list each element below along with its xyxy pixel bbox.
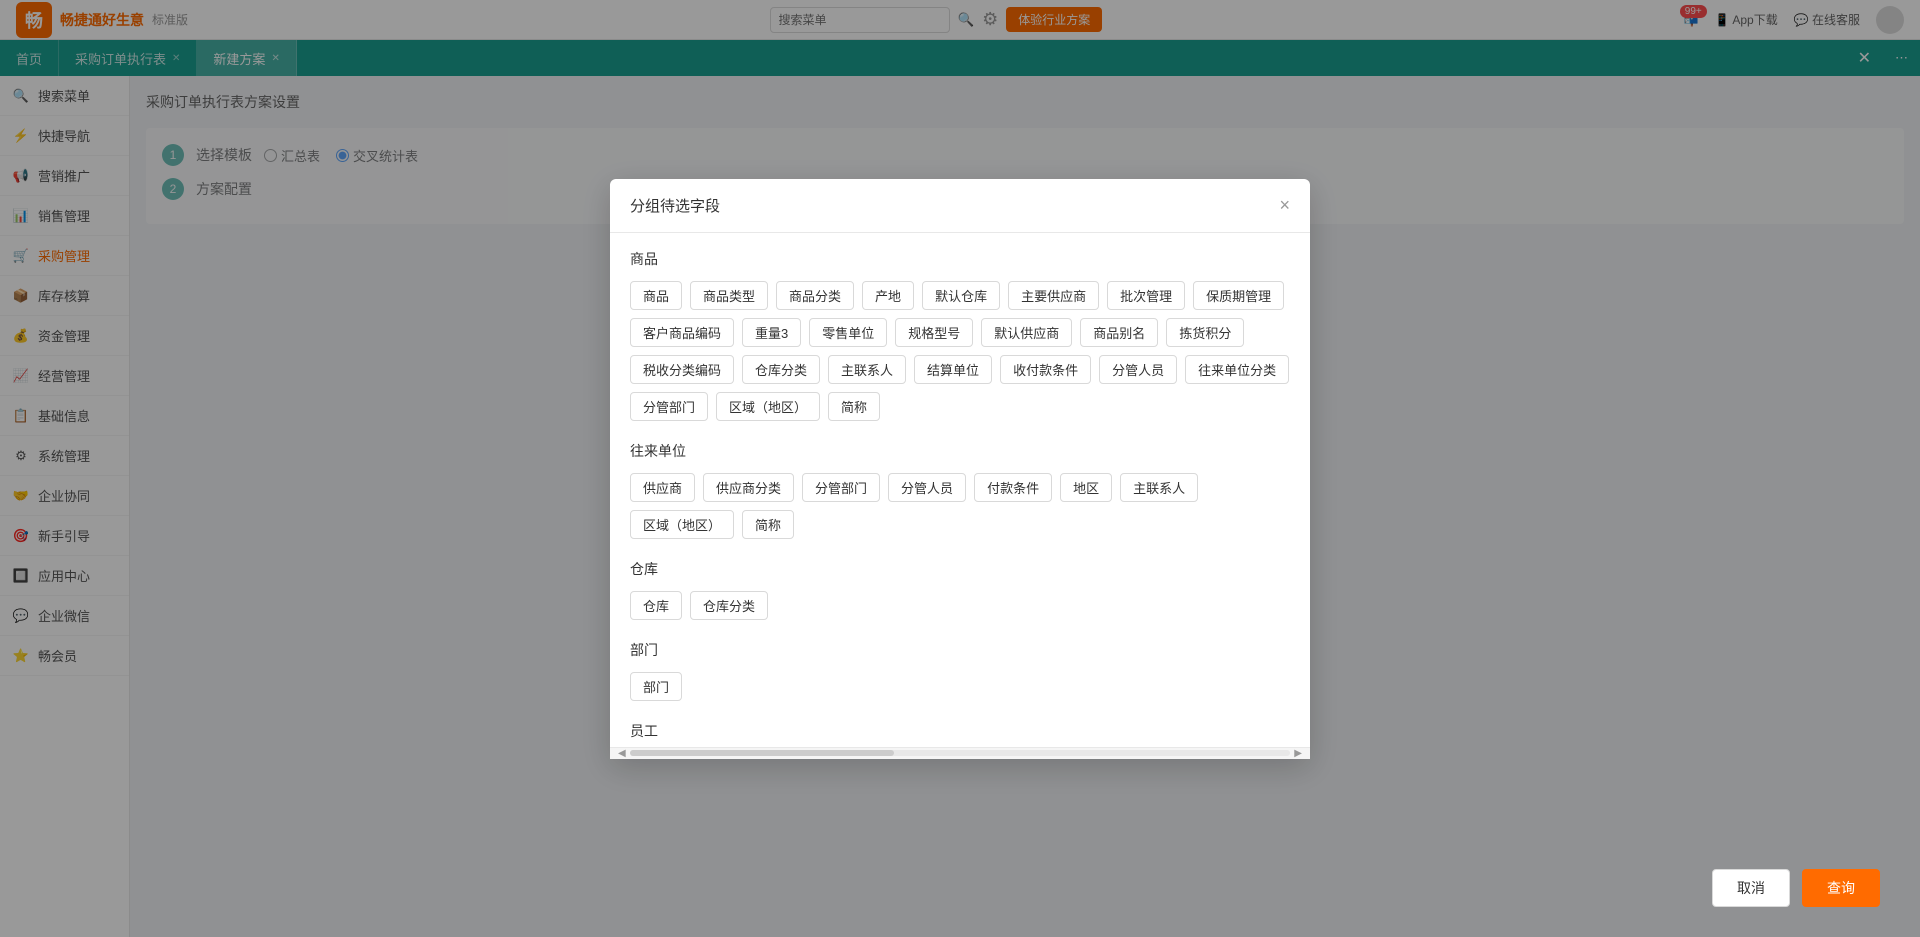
hscroll-track [630,750,1291,756]
hscroll-right-arrow[interactable]: ▶ [1290,748,1306,759]
field-tag-supplier-cat[interactable]: 供应商分类 [703,473,794,502]
field-select-modal: 分组待选字段 × 商品 商品 商品类型 商品分类 产地 默认仓库 主要供应商 批… [610,179,1310,759]
field-tag-dept[interactable]: 部门 [630,672,682,701]
field-tag-shelf-life[interactable]: 保质期管理 [1193,281,1284,310]
field-tag-product-alias[interactable]: 商品别名 [1080,318,1158,347]
section-warehouse: 仓库 仓库 仓库分类 [630,559,1290,620]
field-tag-supervisor-staff[interactable]: 分管人员 [1099,355,1177,384]
field-tag-tax-code[interactable]: 税收分类编码 [630,355,734,384]
field-tag-contact[interactable]: 主联系人 [1120,473,1198,502]
product-field-tags: 商品 商品类型 商品分类 产地 默认仓库 主要供应商 批次管理 保质期管理 客户… [630,281,1290,421]
section-warehouse-title: 仓库 [630,559,1290,579]
field-tag-product-category[interactable]: 商品分类 [776,281,854,310]
section-employee: 员工 业务员 [630,721,1290,747]
field-tag-product[interactable]: 商品 [630,281,682,310]
field-tag-main-supplier[interactable]: 主要供应商 [1008,281,1099,310]
section-product: 商品 商品 商品类型 商品分类 产地 默认仓库 主要供应商 批次管理 保质期管理… [630,249,1290,421]
field-tag-default-warehouse[interactable]: 默认仓库 [922,281,1000,310]
field-tag-origin[interactable]: 产地 [862,281,914,310]
field-tag-warehouse-type[interactable]: 仓库分类 [690,591,768,620]
field-tag-warehouse[interactable]: 仓库 [630,591,682,620]
field-tag-staff-manage[interactable]: 分管人员 [888,473,966,502]
warehouse-field-tags: 仓库 仓库分类 [630,591,1290,620]
field-tag-supplier[interactable]: 供应商 [630,473,695,502]
field-tag-weight3[interactable]: 重量3 [742,318,801,347]
modal-header: 分组待选字段 × [610,179,1310,233]
field-tag-short-name[interactable]: 简称 [828,392,880,421]
field-tag-customer-code[interactable]: 客户商品编码 [630,318,734,347]
section-dept: 部门 部门 [630,640,1290,701]
confirm-button[interactable]: 查询 [1802,869,1880,907]
field-tag-retail-unit[interactable]: 零售单位 [809,318,887,347]
field-tag-default-supplier[interactable]: 默认供应商 [981,318,1072,347]
field-tag-product-type[interactable]: 商品类型 [690,281,768,310]
modal-title: 分组待选字段 [630,195,720,216]
field-tag-warehouse-cat[interactable]: 仓库分类 [742,355,820,384]
modal-overlay: 分组待选字段 × 商品 商品 商品类型 商品分类 产地 默认仓库 主要供应商 批… [0,0,1920,937]
field-tag-pick-points[interactable]: 拣货积分 [1166,318,1244,347]
modal-close-button[interactable]: × [1279,196,1290,214]
field-tag-area[interactable]: 地区 [1060,473,1112,502]
field-tag-spec-model[interactable]: 规格型号 [895,318,973,347]
field-tag-pay-terms[interactable]: 付款条件 [974,473,1052,502]
hscroll-thumb [630,750,894,756]
field-tag-batch-mgmt[interactable]: 批次管理 [1107,281,1185,310]
field-tag-partner-category[interactable]: 往来单位分类 [1185,355,1289,384]
field-tag-payment-terms[interactable]: 收付款条件 [1000,355,1091,384]
section-partner: 往来单位 供应商 供应商分类 分管部门 分管人员 付款条件 地区 主联系人 区域… [630,441,1290,539]
cancel-button[interactable]: 取消 [1712,869,1790,907]
section-dept-title: 部门 [630,640,1290,660]
field-tag-dept-supervisor[interactable]: 分管部门 [630,392,708,421]
field-tag-dept-manage[interactable]: 分管部门 [802,473,880,502]
modal-footer-buttons: 取消 查询 [1712,869,1880,907]
modal-hscroll[interactable]: ◀ ▶ [610,747,1310,759]
field-tag-region2[interactable]: 区域（地区） [630,510,734,539]
section-partner-title: 往来单位 [630,441,1290,461]
modal-body: 商品 商品 商品类型 商品分类 产地 默认仓库 主要供应商 批次管理 保质期管理… [610,233,1310,747]
field-tag-settlement-unit[interactable]: 结算单位 [914,355,992,384]
section-employee-title: 员工 [630,721,1290,741]
partner-field-tags: 供应商 供应商分类 分管部门 分管人员 付款条件 地区 主联系人 区域（地区） … [630,473,1290,539]
field-tag-region[interactable]: 区域（地区） [716,392,820,421]
section-product-title: 商品 [630,249,1290,269]
field-tag-main-contact[interactable]: 主联系人 [828,355,906,384]
field-tag-short-name2[interactable]: 简称 [742,510,794,539]
hscroll-left-arrow[interactable]: ◀ [614,748,630,759]
dept-field-tags: 部门 [630,672,1290,701]
